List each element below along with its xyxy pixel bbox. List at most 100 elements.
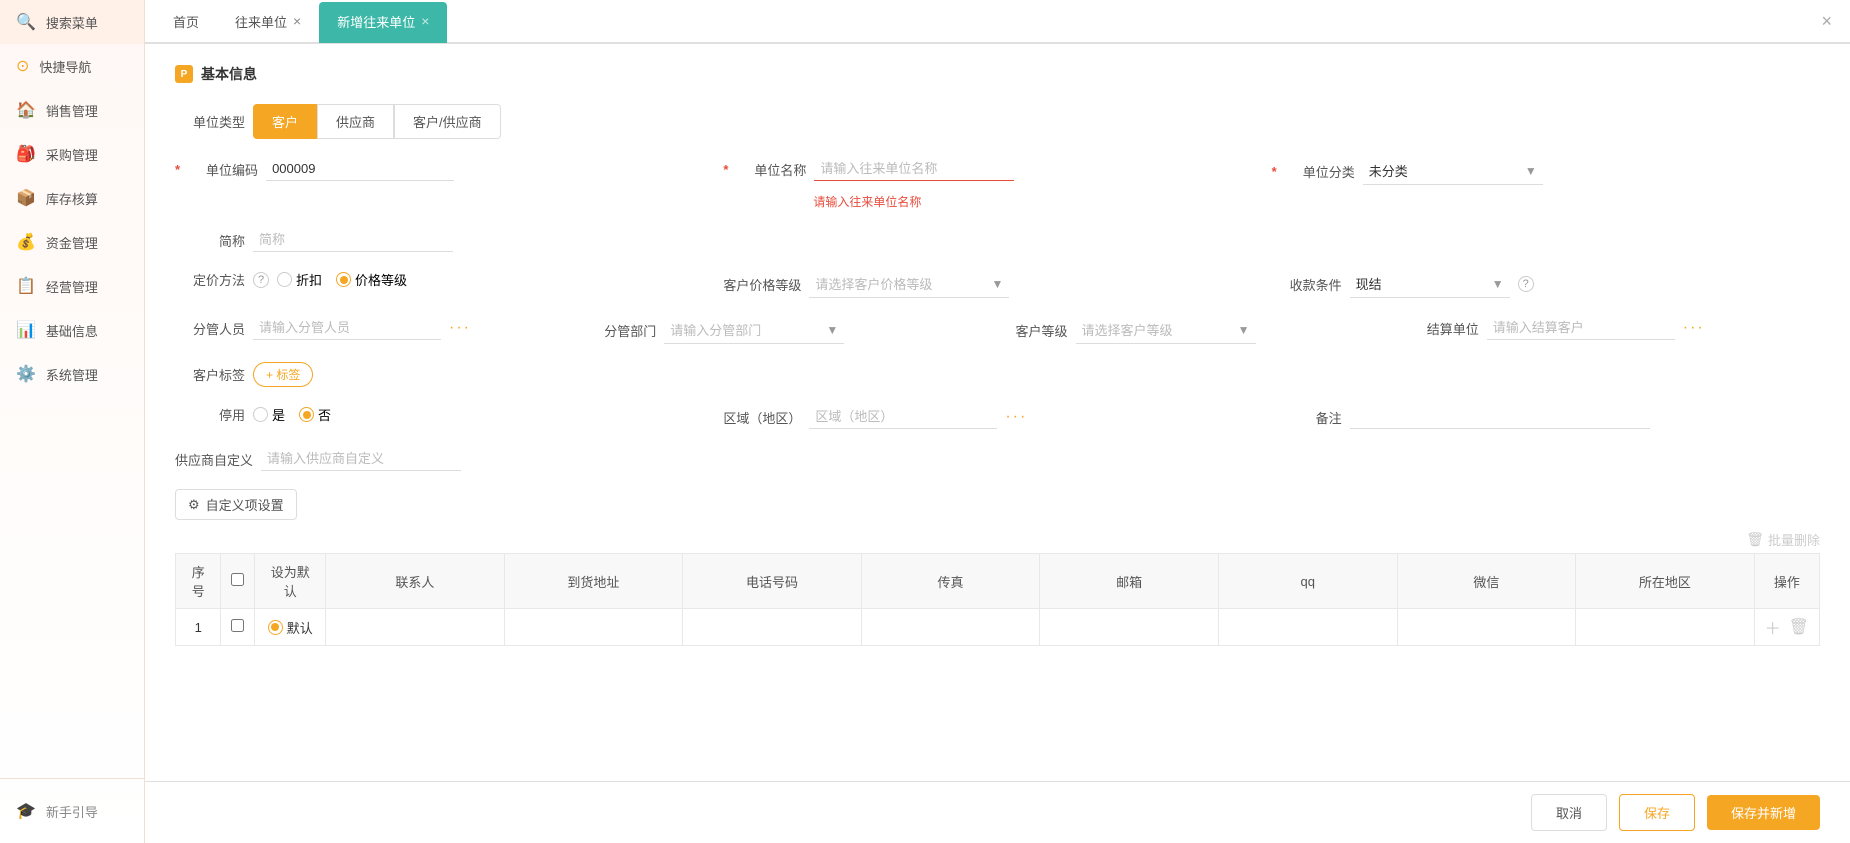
- chevron-down-icon: ▼: [1525, 164, 1537, 178]
- cancel-button[interactable]: 取消: [1531, 794, 1607, 831]
- customer-level-field: 客户等级 请选择客户等级 ▼: [998, 316, 1409, 344]
- close-all-tabs[interactable]: ×: [1813, 7, 1840, 36]
- customer-level-select[interactable]: 请选择客户等级 ▼: [1076, 316, 1256, 344]
- fax-input[interactable]: [872, 620, 1030, 635]
- batch-delete-area: 🗑 批量删除: [175, 530, 1820, 549]
- phone-input[interactable]: [693, 620, 851, 635]
- row-address[interactable]: [504, 609, 683, 646]
- area-input[interactable]: [809, 405, 997, 429]
- select-all-checkbox[interactable]: [231, 573, 244, 586]
- sidebar-label-basic: 基础信息: [46, 321, 98, 340]
- unit-code-input[interactable]: [266, 157, 454, 181]
- row-phone[interactable]: [683, 609, 862, 646]
- price-method-help-icon[interactable]: ?: [253, 272, 269, 288]
- supplier-custom-input[interactable]: [261, 447, 461, 471]
- tab-bar: 首页 往来单位 × 新增往来单位 × ×: [145, 0, 1850, 44]
- row-contact[interactable]: [326, 609, 505, 646]
- custom-settings-button[interactable]: ⚙ 自定义项设置: [175, 489, 297, 520]
- radio-discount-label: 折扣: [296, 270, 322, 289]
- radio-price-level[interactable]: 价格等级: [336, 270, 407, 289]
- sidebar-label-finance: 资金管理: [46, 233, 98, 252]
- col-check[interactable]: [221, 554, 255, 609]
- unit-category-select[interactable]: 未分类 ▼: [1363, 157, 1543, 185]
- sidebar-label-purchase: 采购管理: [46, 145, 98, 164]
- sidebar-item-operation[interactable]: 📋 经营管理: [0, 264, 144, 308]
- radio-no-circle: [299, 407, 314, 422]
- settings-icon: ⚙: [188, 497, 200, 513]
- sidebar-item-guide[interactable]: 🎓 新手引导: [0, 789, 144, 833]
- radio-yes[interactable]: 是: [253, 405, 285, 424]
- customer-level-placeholder: 请选择客户等级: [1082, 320, 1238, 339]
- col-contact: 联系人: [326, 554, 505, 609]
- sidebar-item-search[interactable]: 🔍 搜索菜单: [0, 0, 144, 44]
- col-seq: 序号: [176, 554, 221, 609]
- row-checkbox[interactable]: [221, 609, 255, 646]
- row-action-btns: ＋ 🗑: [1765, 615, 1809, 639]
- finance-icon: 💰: [16, 232, 36, 252]
- unit-type-supplier[interactable]: 供应商: [317, 104, 394, 139]
- contact-input[interactable]: [336, 620, 494, 635]
- unit-code-name-row: * 单位编码 * 单位名称 请输入往来单位名称 * 单位分类 未分类: [175, 157, 1820, 210]
- quick-nav-icon: ⊙: [16, 56, 29, 76]
- manager-label: 分管人员: [175, 319, 245, 338]
- row-region[interactable]: [1576, 609, 1755, 646]
- disable-area-row: 停用 是 否 区域（地区） ···: [175, 405, 1820, 429]
- dept-select[interactable]: 请输入分管部门 ▼: [664, 316, 844, 344]
- tab-partner[interactable]: 往来单位 ×: [217, 2, 319, 43]
- tab-home[interactable]: 首页: [155, 2, 217, 43]
- area-more-icon[interactable]: ···: [1005, 408, 1027, 426]
- delete-row-icon[interactable]: 🗑: [1789, 617, 1809, 637]
- customer-price-select[interactable]: 请选择客户价格等级 ▼: [809, 270, 1009, 298]
- wechat-input[interactable]: [1408, 620, 1566, 635]
- manager-field: 分管人员 ···: [175, 316, 586, 340]
- unit-type-both[interactable]: 客户/供应商: [394, 104, 501, 139]
- settlement-more-icon[interactable]: ···: [1683, 319, 1705, 337]
- col-fax: 传真: [861, 554, 1040, 609]
- sidebar-item-purchase[interactable]: 🎒 采购管理: [0, 132, 144, 176]
- supplier-custom-row: 供应商自定义: [175, 447, 1820, 471]
- supplier-custom-label: 供应商自定义: [175, 450, 253, 469]
- payment-terms-help-icon[interactable]: ?: [1518, 276, 1534, 292]
- row-check[interactable]: [231, 619, 244, 632]
- sidebar-item-basic[interactable]: 📊 基础信息: [0, 308, 144, 352]
- radio-discount[interactable]: 折扣: [277, 270, 322, 289]
- unit-type-customer[interactable]: 客户: [253, 104, 317, 139]
- unit-code-field: * 单位编码: [175, 157, 723, 181]
- save-button[interactable]: 保存: [1619, 794, 1695, 831]
- add-tag-button[interactable]: + 标签: [253, 362, 313, 387]
- email-input[interactable]: [1050, 620, 1208, 635]
- default-radio[interactable]: 默认: [265, 618, 315, 637]
- dept-field: 分管部门 请输入分管部门 ▼: [586, 316, 997, 344]
- row-email[interactable]: [1040, 609, 1219, 646]
- row-qq[interactable]: [1218, 609, 1397, 646]
- tab-partner-close[interactable]: ×: [293, 13, 301, 29]
- remark-input[interactable]: [1350, 405, 1650, 429]
- region-input[interactable]: [1586, 620, 1744, 635]
- tab-new-partner[interactable]: 新增往来单位 ×: [319, 2, 447, 43]
- unit-category-label: 单位分类: [1285, 162, 1355, 181]
- unit-name-error: 请输入往来单位名称: [813, 195, 921, 209]
- address-input[interactable]: [515, 620, 673, 635]
- manager-more-icon[interactable]: ···: [449, 319, 471, 337]
- sidebar-item-inventory[interactable]: 📦 库存核算: [0, 176, 144, 220]
- save-new-button[interactable]: 保存并新增: [1707, 795, 1820, 830]
- row-fax[interactable]: [861, 609, 1040, 646]
- unit-name-input[interactable]: [814, 157, 1014, 181]
- add-row-icon[interactable]: ＋: [1765, 615, 1781, 639]
- short-name-input[interactable]: [253, 228, 453, 252]
- unit-name-label: 单位名称: [736, 160, 806, 179]
- qq-input[interactable]: [1229, 620, 1387, 635]
- price-method-radios: 折扣 价格等级: [277, 270, 407, 289]
- settlement-input[interactable]: [1487, 316, 1675, 340]
- sidebar-item-quick-nav[interactable]: ⊙ 快捷导航: [0, 44, 144, 88]
- sidebar-item-sales[interactable]: 🏠 销售管理: [0, 88, 144, 132]
- radio-no[interactable]: 否: [299, 405, 331, 424]
- tab-new-partner-close[interactable]: ×: [421, 13, 429, 29]
- sidebar-item-finance[interactable]: 💰 资金管理: [0, 220, 144, 264]
- row-wechat[interactable]: [1397, 609, 1576, 646]
- form-content: P 基本信息 单位类型 客户 供应商 客户/供应商 * 单位编码: [145, 44, 1850, 781]
- sales-icon: 🏠: [16, 100, 36, 120]
- sidebar-item-system[interactable]: ⚙️ 系统管理: [0, 352, 144, 396]
- manager-input[interactable]: [253, 316, 441, 340]
- payment-terms-select[interactable]: 现结 ▼: [1350, 270, 1510, 298]
